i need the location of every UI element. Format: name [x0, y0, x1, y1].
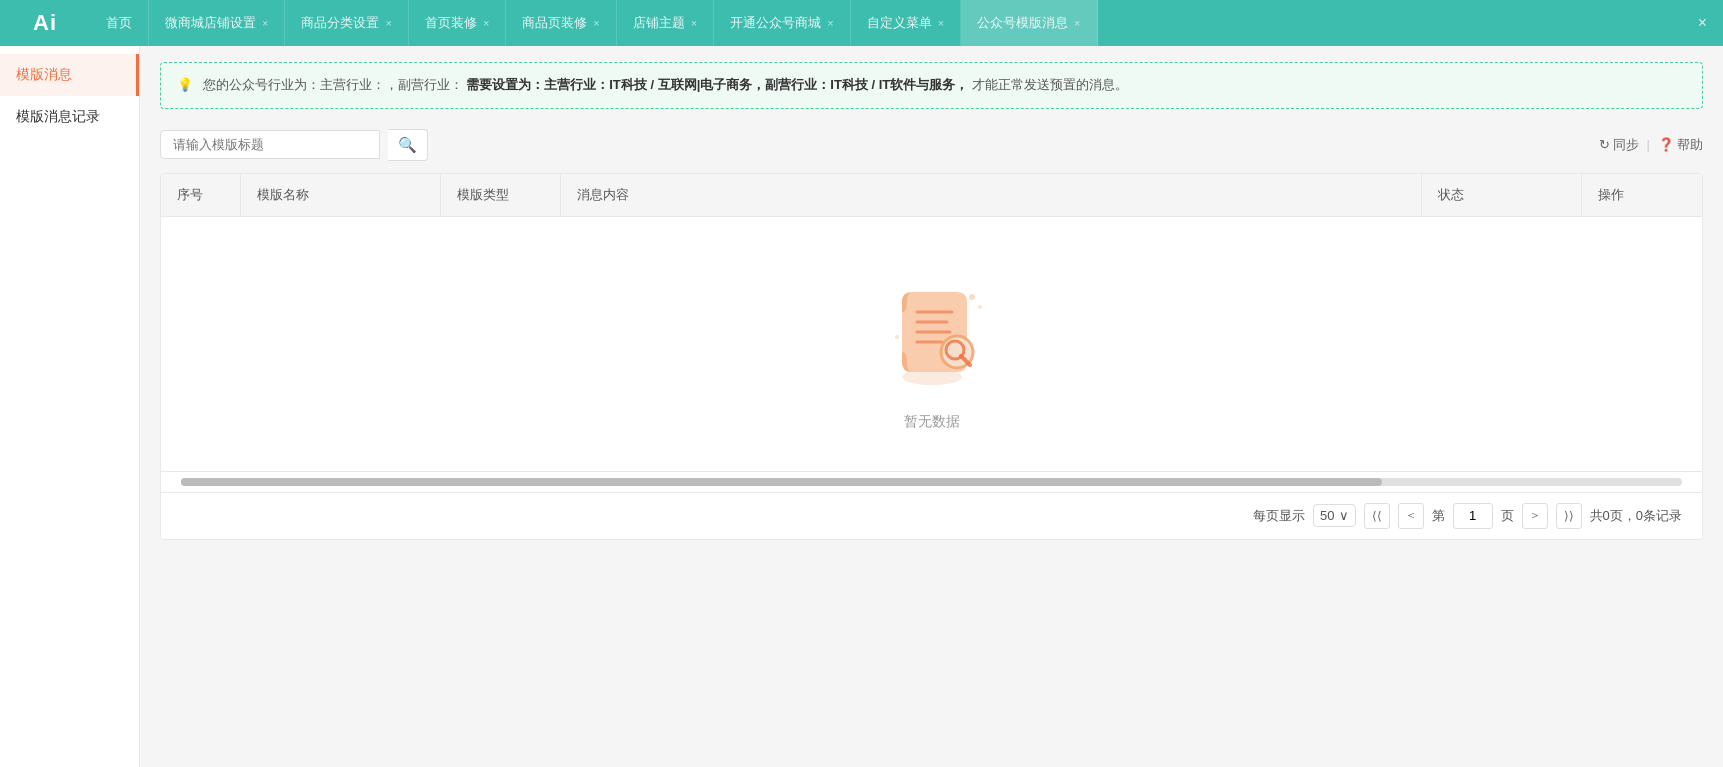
th-name: 模版名称 — [241, 174, 441, 216]
svg-point-10 — [895, 335, 899, 339]
tab-close-homepage[interactable]: × — [483, 17, 489, 29]
page-label: 页 — [1501, 507, 1514, 525]
help-button[interactable]: ❓ 帮助 — [1658, 136, 1703, 154]
next-page-button[interactable]: ＞ — [1522, 503, 1548, 529]
notice-prefix: 您的公众号行业为：主营行业：，副营行业： — [203, 77, 463, 92]
tab-list: 首页微商城店铺设置×商品分类设置×首页装修×商品页装修×店铺主题×开通公众号商城… — [90, 0, 1682, 46]
tab-menu[interactable]: 自定义菜单× — [851, 0, 961, 46]
search-button[interactable]: 🔍 — [388, 129, 428, 161]
first-page-button[interactable]: ⟨⟨ — [1364, 503, 1390, 529]
scrollbar-thumb[interactable] — [181, 478, 1382, 486]
sidebar: 模版消息模版消息记录 — [0, 46, 140, 767]
tab-close-template[interactable]: × — [1074, 17, 1080, 29]
top-nav-bar: Ai 首页微商城店铺设置×商品分类设置×首页装修×商品页装修×店铺主题×开通公众… — [0, 0, 1723, 46]
th-content: 消息内容 — [561, 174, 1422, 216]
tab-close-mall[interactable]: × — [827, 17, 833, 29]
pagination: 每页显示 50 ∨ ⟨⟨ ＜ 第 页 ＞ ⟩⟩ 共0页，0条记录 — [161, 492, 1702, 539]
notice-suffix: 才能正常发送预置的消息。 — [972, 77, 1128, 92]
svg-point-8 — [969, 294, 975, 300]
current-page-input[interactable] — [1453, 503, 1493, 529]
toolbar-left: 🔍 — [160, 129, 428, 161]
page-size-select[interactable]: 50 ∨ — [1313, 504, 1355, 527]
sync-label: 同步 — [1613, 136, 1639, 154]
tab-close-weshop[interactable]: × — [262, 17, 268, 29]
scrollbar-track[interactable] — [181, 478, 1682, 486]
tab-close-menu[interactable]: × — [938, 17, 944, 29]
notice-highlight: 需要设置为：主营行业：IT科技 / 互联网|电子商务，副营行业：IT科技 / I… — [466, 77, 968, 92]
tab-product[interactable]: 商品页装修× — [506, 0, 616, 46]
tab-template[interactable]: 公众号模版消息× — [961, 0, 1097, 46]
tab-close-product[interactable]: × — [593, 17, 599, 29]
main-layout: 模版消息模版消息记录 💡 您的公众号行业为：主营行业：，副营行业： 需要设置为：… — [0, 46, 1723, 767]
prev-page-button[interactable]: ＜ — [1398, 503, 1424, 529]
scrollbar-area — [161, 471, 1702, 492]
th-type: 模版类型 — [441, 174, 561, 216]
svg-point-9 — [978, 305, 982, 309]
data-table: 序号模版名称模版类型消息内容状态操作 — [160, 173, 1703, 540]
tab-category[interactable]: 商品分类设置× — [285, 0, 408, 46]
sidebar-item-template-record[interactable]: 模版消息记录 — [0, 96, 139, 138]
tab-mall[interactable]: 开通公众号商城× — [714, 0, 850, 46]
table-header: 序号模版名称模版类型消息内容状态操作 — [161, 174, 1702, 217]
empty-text: 暂无数据 — [904, 413, 960, 431]
tab-close-theme[interactable]: × — [691, 17, 697, 29]
page-prefix: 第 — [1432, 507, 1445, 525]
help-label: 帮助 — [1677, 136, 1703, 154]
search-input[interactable] — [160, 130, 380, 159]
toolbar-right: ↻ 同步 | ❓ 帮助 — [1599, 136, 1703, 154]
total-info: 共0页，0条记录 — [1590, 507, 1682, 525]
tab-homepage[interactable]: 首页装修× — [409, 0, 506, 46]
empty-state: 暂无数据 — [161, 217, 1702, 471]
content-area: 💡 您的公众号行业为：主营行业：，副营行业： 需要设置为：主营行业：IT科技 /… — [140, 46, 1723, 767]
notice-box: 💡 您的公众号行业为：主营行业：，副营行业： 需要设置为：主营行业：IT科技 /… — [160, 62, 1703, 109]
page-size-value: 50 — [1320, 508, 1334, 523]
sidebar-item-template-msg[interactable]: 模版消息 — [0, 54, 139, 96]
th-status: 状态 — [1422, 174, 1582, 216]
th-action: 操作 — [1582, 174, 1702, 216]
chevron-down-icon: ∨ — [1339, 508, 1349, 523]
empty-illustration — [872, 277, 992, 397]
toolbar: 🔍 ↻ 同步 | ❓ 帮助 — [160, 129, 1703, 161]
tab-theme[interactable]: 店铺主题× — [617, 0, 714, 46]
th-index: 序号 — [161, 174, 241, 216]
tab-home[interactable]: 首页 — [90, 0, 149, 46]
page-size-label: 每页显示 — [1253, 507, 1305, 525]
last-page-button[interactable]: ⟩⟩ — [1556, 503, 1582, 529]
sync-button[interactable]: ↻ 同步 — [1599, 136, 1639, 154]
tab-weshop[interactable]: 微商城店铺设置× — [149, 0, 285, 46]
toolbar-divider: | — [1647, 137, 1650, 152]
global-close-button[interactable]: × — [1682, 14, 1723, 32]
help-icon: ❓ — [1658, 137, 1674, 152]
tab-close-category[interactable]: × — [385, 17, 391, 29]
sync-icon: ↻ — [1599, 137, 1610, 152]
notice-icon: 💡 — [177, 77, 193, 92]
app-logo: Ai — [0, 10, 90, 36]
